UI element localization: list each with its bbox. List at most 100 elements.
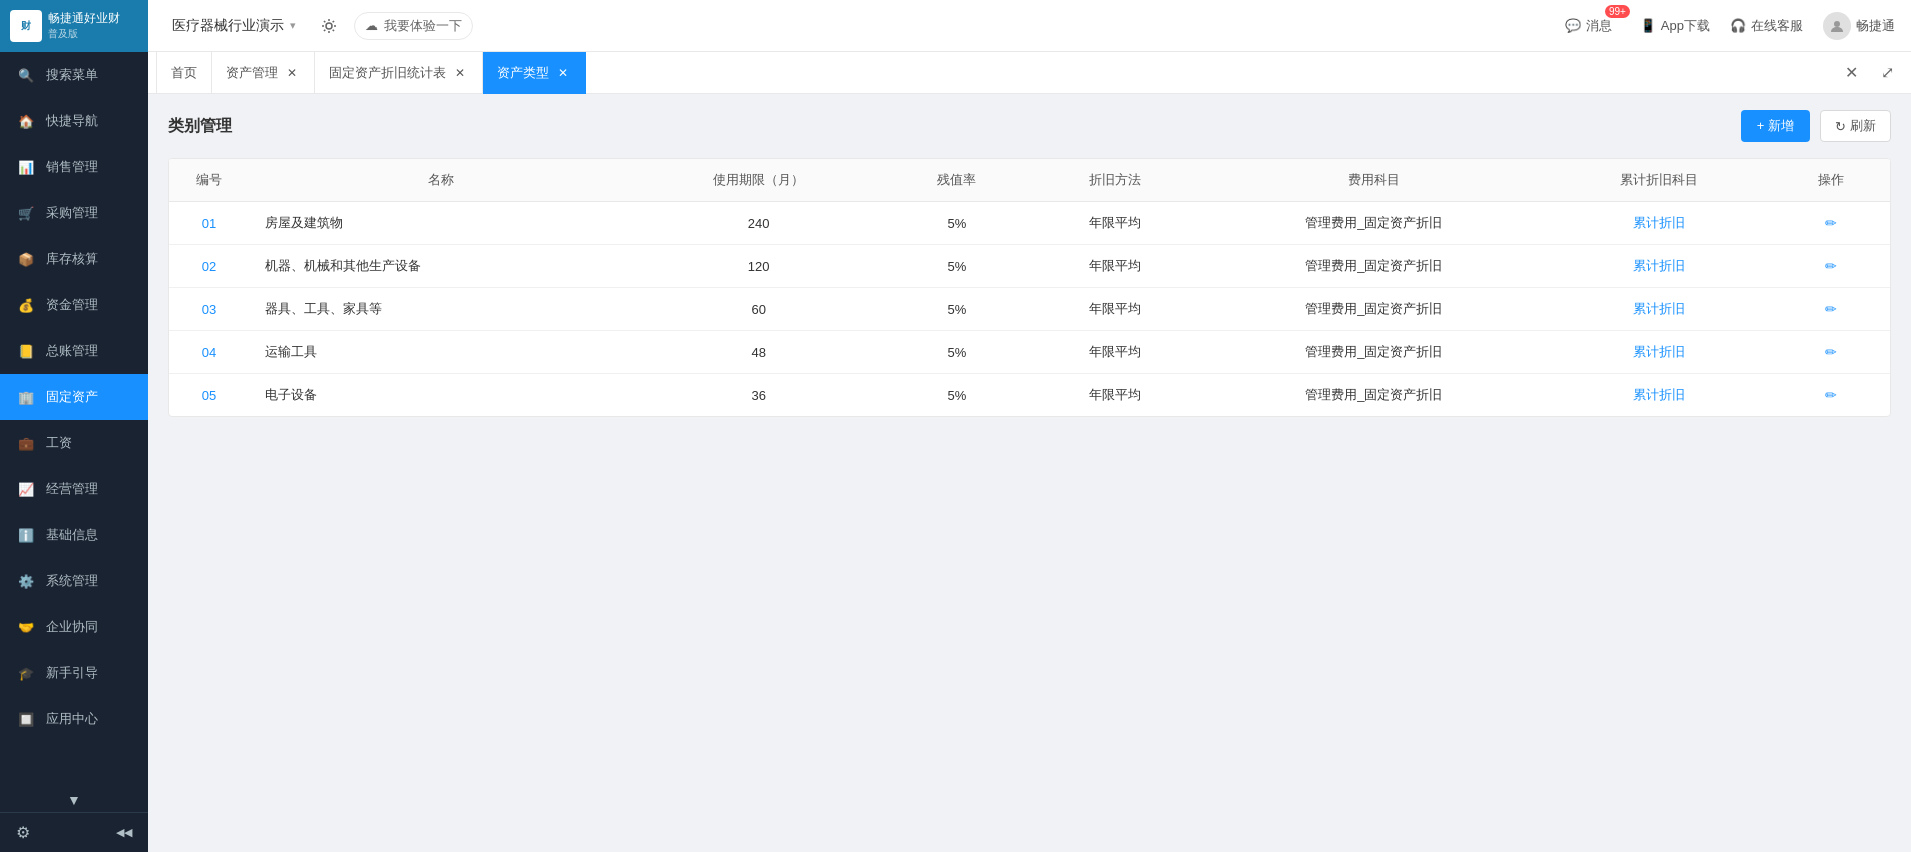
edit-icon[interactable]: ✏ [1825,301,1837,317]
edit-icon[interactable]: ✏ [1825,215,1837,231]
cell-accumulated: 累计折旧 [1547,331,1772,374]
logo-icon: 财 [10,10,42,42]
sidebar-bottom: ⚙ ◀◀ [0,812,148,852]
sidebar-item-capital[interactable]: 💰 资金管理 [0,282,148,328]
cell-action[interactable]: ✏ [1771,202,1890,245]
sidebar-item-payroll[interactable]: 💼 工资 [0,420,148,466]
cell-action[interactable]: ✏ [1771,374,1890,417]
sidebar-item-guide[interactable]: 🎓 新手引导 [0,650,148,696]
tab-home[interactable]: 首页 [156,52,212,94]
phone-icon: 📱 [1640,18,1656,33]
online-service-btn[interactable]: 🎧 在线客服 [1730,17,1803,35]
cell-action[interactable]: ✏ [1771,331,1890,374]
cell-action[interactable]: ✏ [1771,288,1890,331]
cooperation-icon: 🤝 [16,617,36,637]
close-tab-btn[interactable]: ✕ [1835,57,1867,89]
sidebar-item-purchase[interactable]: 🛒 采购管理 [0,190,148,236]
cell-period: 60 [633,288,884,331]
purchase-icon: 🛒 [16,203,36,223]
sidebar-item-basic-info[interactable]: ℹ️ 基础信息 [0,512,148,558]
search-icon: 🔍 [16,65,36,85]
experience-btn[interactable]: ☁ 我要体验一下 [354,12,473,40]
table-row: 05 电子设备 36 5% 年限平均 管理费用_固定资产折旧 累计折旧 ✏ [169,374,1890,417]
sidebar-item-cooperation[interactable]: 🤝 企业协同 [0,604,148,650]
tab-close-asset-type[interactable]: ✕ [555,65,571,81]
tab-fixed-asset-depreciation[interactable]: 固定资产折旧统计表 ✕ [315,52,483,94]
sidebar-label-quick-nav: 快捷导航 [46,112,98,130]
sidebar-item-search[interactable]: 🔍 搜索菜单 [0,52,148,98]
tabs-bar: 首页 资产管理 ✕ 固定资产折旧统计表 ✕ 资产类型 ✕ ✕ ⤢ [148,52,1911,94]
cell-residual: 5% [884,374,1029,417]
cell-action[interactable]: ✏ [1771,245,1890,288]
logo-sub: 普及版 [48,27,120,41]
sidebar-item-ledger[interactable]: 📒 总账管理 [0,328,148,374]
messages-btn[interactable]: 💬 消息 99+ [1557,13,1620,39]
collapse-icon[interactable]: ◀◀ [116,826,132,839]
refresh-button[interactable]: ↻ 刷新 [1820,110,1891,142]
cell-expense: 管理费用_固定资产折旧 [1201,331,1547,374]
tab-close-fixed-asset-depreciation[interactable]: ✕ [452,65,468,81]
sidebar-item-operations[interactable]: 📈 经营管理 [0,466,148,512]
sales-icon: 📊 [16,157,36,177]
settings-icon[interactable]: ⚙ [16,823,30,842]
cell-method: 年限平均 [1029,202,1201,245]
sidebar-logo: 财 畅捷通好业财 普及版 [0,0,148,52]
sidebar-scroll-down[interactable]: ▼ [0,788,148,812]
sidebar-item-system[interactable]: ⚙️ 系统管理 [0,558,148,604]
th-操作: 操作 [1771,159,1890,202]
section-header: 类别管理 + 新增 ↻ 刷新 [168,110,1891,142]
cell-method: 年限平均 [1029,374,1201,417]
inventory-icon: 📦 [16,249,36,269]
topbar-settings-btn[interactable] [314,11,344,41]
new-button[interactable]: + 新增 [1741,110,1810,142]
cell-expense: 管理费用_固定资产折旧 [1201,202,1547,245]
tab-label-fixed-asset-depreciation: 固定资产折旧统计表 [329,64,446,82]
user-menu[interactable]: 畅捷通 [1823,12,1895,40]
fixed-assets-icon: 🏢 [16,387,36,407]
sidebar-item-quick-nav[interactable]: 🏠 快捷导航 [0,98,148,144]
th-累计折旧科目: 累计折旧科目 [1547,159,1772,202]
tab-label-asset-mgmt: 资产管理 [226,64,278,82]
capital-icon: 💰 [16,295,36,315]
sidebar-item-app-center[interactable]: 🔲 应用中心 [0,696,148,742]
cell-code: 04 [169,331,249,374]
cell-accumulated: 累计折旧 [1547,202,1772,245]
sidebar-label-guide: 新手引导 [46,664,98,682]
edit-icon[interactable]: ✏ [1825,387,1837,403]
tab-label-home: 首页 [171,64,197,82]
experience-label: 我要体验一下 [384,17,462,35]
cell-residual: 5% [884,245,1029,288]
th-名称: 名称 [249,159,633,202]
sidebar-label-sales: 销售管理 [46,158,98,176]
th-使用期限（月）: 使用期限（月） [633,159,884,202]
main-area: 医疗器械行业演示 ▾ ☁ 我要体验一下 💬 消息 99+ 📱 App下载 [148,0,1911,852]
table-row: 02 机器、机械和其他生产设备 120 5% 年限平均 管理费用_固定资产折旧 … [169,245,1890,288]
edit-icon[interactable]: ✏ [1825,344,1837,360]
module-selector[interactable]: 医疗器械行业演示 ▾ [164,13,304,39]
cell-residual: 5% [884,331,1029,374]
topbar: 医疗器械行业演示 ▾ ☁ 我要体验一下 💬 消息 99+ 📱 App下载 [148,0,1911,52]
cell-method: 年限平均 [1029,331,1201,374]
cell-period: 120 [633,245,884,288]
expand-tab-btn[interactable]: ⤢ [1871,57,1903,89]
svg-point-1 [1834,21,1840,27]
cell-expense: 管理费用_固定资产折旧 [1201,374,1547,417]
th-残值率: 残值率 [884,159,1029,202]
app-download-btn[interactable]: 📱 App下载 [1640,17,1710,35]
table-row: 04 运输工具 48 5% 年限平均 管理费用_固定资产折旧 累计折旧 ✏ [169,331,1890,374]
th-费用科目: 费用科目 [1201,159,1547,202]
messages-badge: 99+ [1605,5,1630,18]
cell-expense: 管理费用_固定资产折旧 [1201,288,1547,331]
tab-asset-mgmt[interactable]: 资产管理 ✕ [212,52,315,94]
cell-code: 02 [169,245,249,288]
cell-period: 36 [633,374,884,417]
cloud-icon: ☁ [365,18,378,33]
table-body: 01 房屋及建筑物 240 5% 年限平均 管理费用_固定资产折旧 累计折旧 ✏… [169,202,1890,417]
sidebar-item-sales[interactable]: 📊 销售管理 [0,144,148,190]
tab-asset-type[interactable]: 资产类型 ✕ [483,52,586,94]
sidebar-item-fixed-assets[interactable]: 🏢 固定资产 [0,374,148,420]
edit-icon[interactable]: ✏ [1825,258,1837,274]
tab-close-asset-mgmt[interactable]: ✕ [284,65,300,81]
page-content: 类别管理 + 新增 ↻ 刷新 编号名称使用期限（月）残值率折旧方法费用科目累计折… [148,94,1911,852]
sidebar-item-inventory[interactable]: 📦 库存核算 [0,236,148,282]
